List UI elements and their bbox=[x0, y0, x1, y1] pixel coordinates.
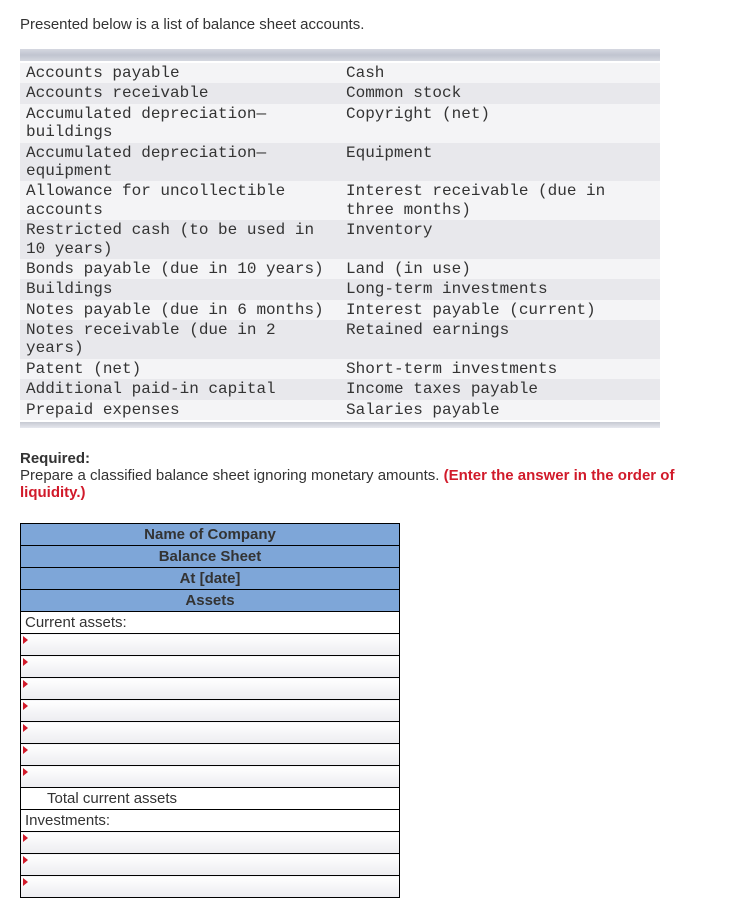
accounts-table: Accounts payableCashAccounts receivableC… bbox=[20, 63, 660, 420]
account-left: Allowance for uncollectible accounts bbox=[20, 181, 340, 220]
account-right: Interest payable (current) bbox=[340, 300, 660, 320]
account-right: Common stock bbox=[340, 83, 660, 103]
input-cell[interactable] bbox=[21, 832, 400, 854]
bs-header-title: Balance Sheet bbox=[21, 546, 400, 568]
intro-text: Presented below is a list of balance she… bbox=[20, 16, 732, 33]
top-bar bbox=[20, 49, 660, 61]
account-right: Interest receivable (due in three months… bbox=[340, 181, 660, 220]
account-left: Notes receivable (due in 2 years) bbox=[20, 320, 340, 359]
account-right: Salaries payable bbox=[340, 400, 660, 420]
account-right: Long-term investments bbox=[340, 279, 660, 299]
account-right: Inventory bbox=[340, 220, 660, 259]
input-cell[interactable] bbox=[21, 722, 400, 744]
required-text: Prepare a classified balance sheet ignor… bbox=[20, 467, 444, 484]
input-cell[interactable] bbox=[21, 656, 400, 678]
account-left: Bonds payable (due in 10 years) bbox=[20, 259, 340, 279]
account-right: Income taxes payable bbox=[340, 379, 660, 399]
account-right: Land (in use) bbox=[340, 259, 660, 279]
balance-sheet-table: Name of Company Balance Sheet At [date] … bbox=[20, 523, 400, 898]
account-right: Equipment bbox=[340, 143, 660, 182]
account-left: Additional paid-in capital bbox=[20, 379, 340, 399]
input-cell[interactable] bbox=[21, 876, 400, 898]
account-left: Accounts receivable bbox=[20, 83, 340, 103]
account-left: Accumulated depreciation—buildings bbox=[20, 104, 340, 143]
bottom-bar bbox=[20, 422, 660, 428]
input-cell[interactable] bbox=[21, 634, 400, 656]
account-left: Buildings bbox=[20, 279, 340, 299]
input-cell[interactable] bbox=[21, 744, 400, 766]
account-left: Notes payable (due in 6 months) bbox=[20, 300, 340, 320]
account-left: Restricted cash (to be used in 10 years) bbox=[20, 220, 340, 259]
bs-header-company: Name of Company bbox=[21, 524, 400, 546]
current-assets-label: Current assets: bbox=[21, 612, 400, 634]
accounts-list-block: Accounts payableCashAccounts receivableC… bbox=[20, 49, 660, 428]
investments-label: Investments: bbox=[21, 810, 400, 832]
total-current-assets-label: Total current assets bbox=[21, 788, 400, 810]
required-label: Required: bbox=[20, 450, 90, 467]
bs-header-date: At [date] bbox=[21, 568, 400, 590]
account-left: Accumulated depreciation—equipment bbox=[20, 143, 340, 182]
input-cell[interactable] bbox=[21, 700, 400, 722]
input-cell[interactable] bbox=[21, 678, 400, 700]
input-cell[interactable] bbox=[21, 766, 400, 788]
bs-header-assets: Assets bbox=[21, 590, 400, 612]
account-right: Cash bbox=[340, 63, 660, 83]
account-right: Copyright (net) bbox=[340, 104, 660, 143]
required-block: Required: Prepare a classified balance s… bbox=[20, 450, 732, 501]
account-right: Retained earnings bbox=[340, 320, 660, 359]
account-left: Accounts payable bbox=[20, 63, 340, 83]
input-cell[interactable] bbox=[21, 854, 400, 876]
account-right: Short-term investments bbox=[340, 359, 660, 379]
account-left: Prepaid expenses bbox=[20, 400, 340, 420]
account-left: Patent (net) bbox=[20, 359, 340, 379]
